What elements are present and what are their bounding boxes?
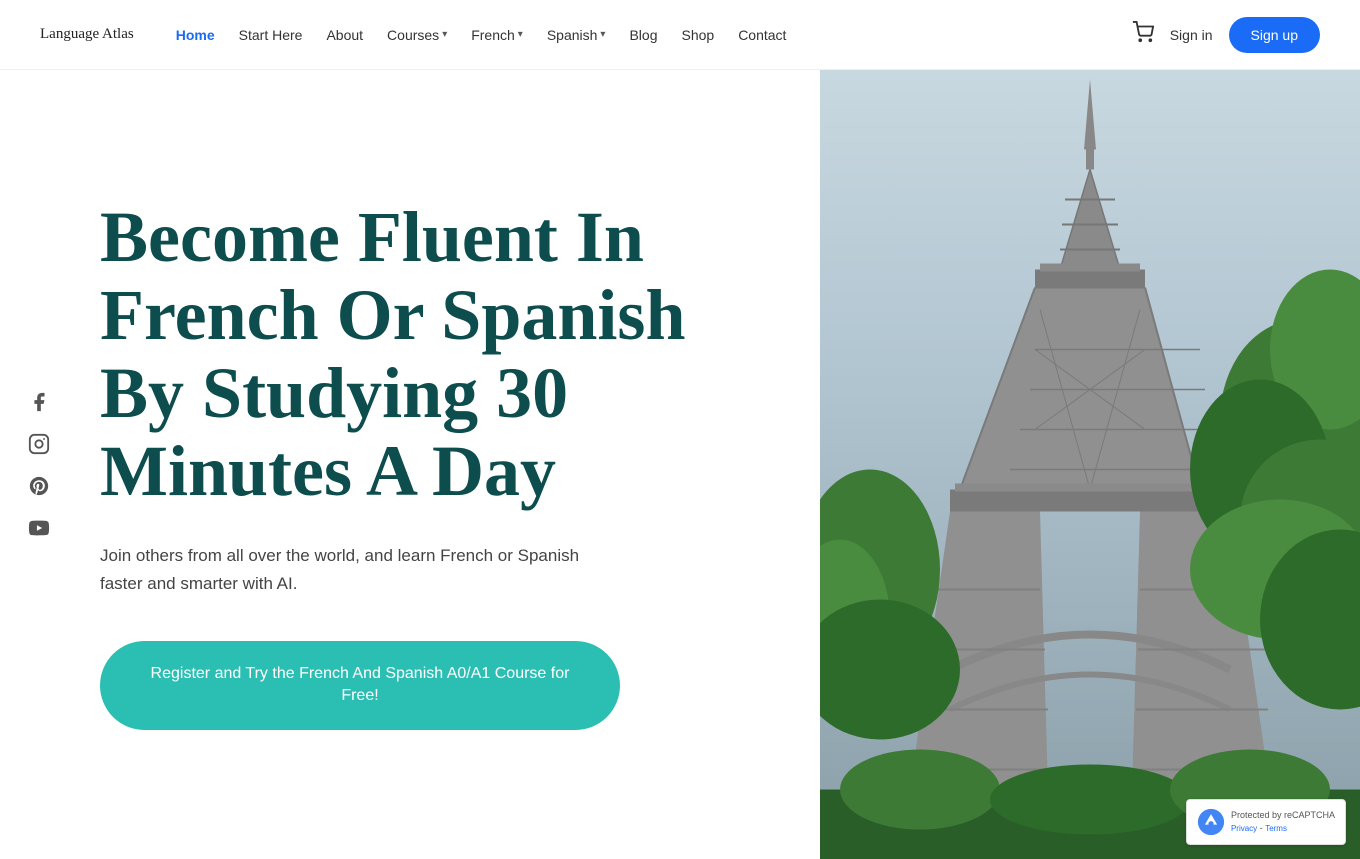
nav-link-blog[interactable]: Blog [619, 19, 667, 51]
navbar: Language Atlas Home Start Here About Cou… [0, 0, 1360, 70]
recaptcha-terms[interactable]: Terms [1265, 824, 1287, 833]
facebook-icon[interactable] [28, 391, 50, 413]
nav-link-courses[interactable]: Courses ▾ [377, 19, 457, 51]
nav-item-about[interactable]: About [316, 19, 373, 51]
recaptcha-text: Protected by reCAPTCHA Privacy - Terms [1231, 809, 1335, 834]
pinterest-icon[interactable] [28, 475, 50, 497]
nav-right: Sign in Sign up [1132, 17, 1320, 53]
nav-item-contact[interactable]: Contact [728, 19, 796, 51]
nav-link-contact[interactable]: Contact [728, 19, 796, 51]
recaptcha-badge: Protected by reCAPTCHA Privacy - Terms [1186, 799, 1346, 845]
youtube-icon[interactable] [28, 517, 50, 539]
nav-item-french[interactable]: French ▾ [461, 19, 533, 51]
recaptcha-links: Privacy - Terms [1231, 822, 1335, 835]
nav-item-courses[interactable]: Courses ▾ [377, 19, 457, 51]
sign-up-button[interactable]: Sign up [1229, 17, 1320, 53]
spanish-chevron: ▾ [600, 29, 605, 40]
recaptcha-logo-icon [1197, 808, 1225, 836]
hero-section: Become Fluent In French Or Spanish By St… [0, 70, 1360, 859]
cart-svg [1132, 21, 1154, 43]
instagram-icon[interactable] [28, 433, 50, 455]
social-sidebar [28, 391, 50, 539]
nav-item-blog[interactable]: Blog [619, 19, 667, 51]
courses-chevron: ▾ [442, 29, 447, 40]
recaptcha-privacy[interactable]: Privacy [1231, 824, 1257, 833]
nav-links: Home Start Here About Courses ▾ French ▾… [166, 19, 797, 51]
nav-item-spanish[interactable]: Spanish ▾ [537, 19, 616, 51]
nav-link-french[interactable]: French ▾ [461, 19, 533, 51]
nav-item-start-here[interactable]: Start Here [229, 19, 313, 51]
cta-button[interactable]: Register and Try the French And Spanish … [100, 641, 620, 730]
cart-icon[interactable] [1132, 21, 1154, 49]
nav-link-home[interactable]: Home [166, 19, 225, 51]
nav-link-start-here[interactable]: Start Here [229, 19, 313, 51]
nav-item-shop[interactable]: Shop [671, 19, 724, 51]
nav-link-about[interactable]: About [316, 19, 373, 51]
hero-image [820, 70, 1360, 859]
french-chevron: ▾ [518, 29, 523, 40]
sign-in-link[interactable]: Sign in [1170, 27, 1213, 43]
logo[interactable]: Language Atlas [40, 26, 134, 43]
hero-left: Become Fluent In French Or Spanish By St… [0, 70, 820, 859]
eiffel-tower-background [820, 70, 1360, 859]
recaptcha-label: Protected by reCAPTCHA [1231, 809, 1335, 822]
hero-subtitle: Join others from all over the world, and… [100, 542, 620, 596]
nav-left: Language Atlas Home Start Here About Cou… [40, 19, 796, 51]
nav-link-spanish[interactable]: Spanish ▾ [537, 19, 616, 51]
nav-item-home[interactable]: Home [166, 19, 225, 51]
hero-title: Become Fluent In French Or Spanish By St… [100, 199, 760, 510]
nav-link-shop[interactable]: Shop [671, 19, 724, 51]
